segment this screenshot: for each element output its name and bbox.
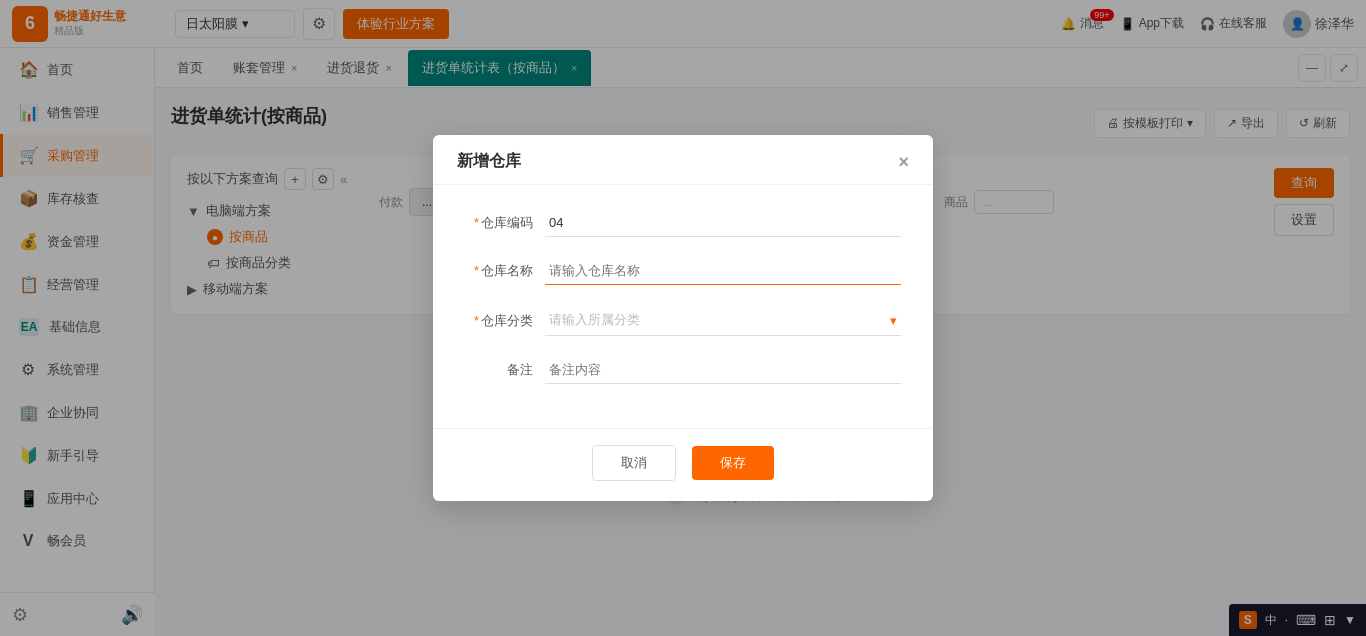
warehouse-code-input[interactable] (545, 209, 901, 237)
modal-header: 新增仓库 × (433, 135, 933, 185)
warehouse-name-input[interactable] (545, 257, 901, 285)
modal-footer: 取消 保存 (433, 428, 933, 501)
form-item-code: 仓库编码 (465, 209, 901, 237)
warehouse-name-label: 仓库名称 (465, 262, 545, 280)
form-item-notes: 备注 (465, 356, 901, 384)
cancel-button[interactable]: 取消 (592, 445, 676, 481)
warehouse-code-label: 仓库编码 (465, 214, 545, 232)
save-button[interactable]: 保存 (692, 446, 774, 480)
category-placeholder: 请输入所属分类 (549, 311, 640, 329)
modal-body: 仓库编码 仓库名称 仓库分类 请输入所属分类 ▾ 备注 (433, 185, 933, 428)
notes-label: 备注 (465, 361, 545, 379)
category-chevron-icon: ▾ (890, 313, 897, 328)
modal-overlay[interactable]: 新增仓库 × 仓库编码 仓库名称 仓库分类 请输入所属分类 ▾ (0, 0, 1366, 636)
warehouse-category-select[interactable]: 请输入所属分类 ▾ (545, 305, 901, 336)
form-item-name: 仓库名称 (465, 257, 901, 285)
form-item-category: 仓库分类 请输入所属分类 ▾ (465, 305, 901, 336)
warehouse-category-label: 仓库分类 (465, 312, 545, 330)
modal-dialog: 新增仓库 × 仓库编码 仓库名称 仓库分类 请输入所属分类 ▾ (433, 135, 933, 501)
notes-input[interactable] (545, 356, 901, 384)
modal-title: 新增仓库 (457, 151, 521, 172)
modal-close-button[interactable]: × (898, 153, 909, 171)
